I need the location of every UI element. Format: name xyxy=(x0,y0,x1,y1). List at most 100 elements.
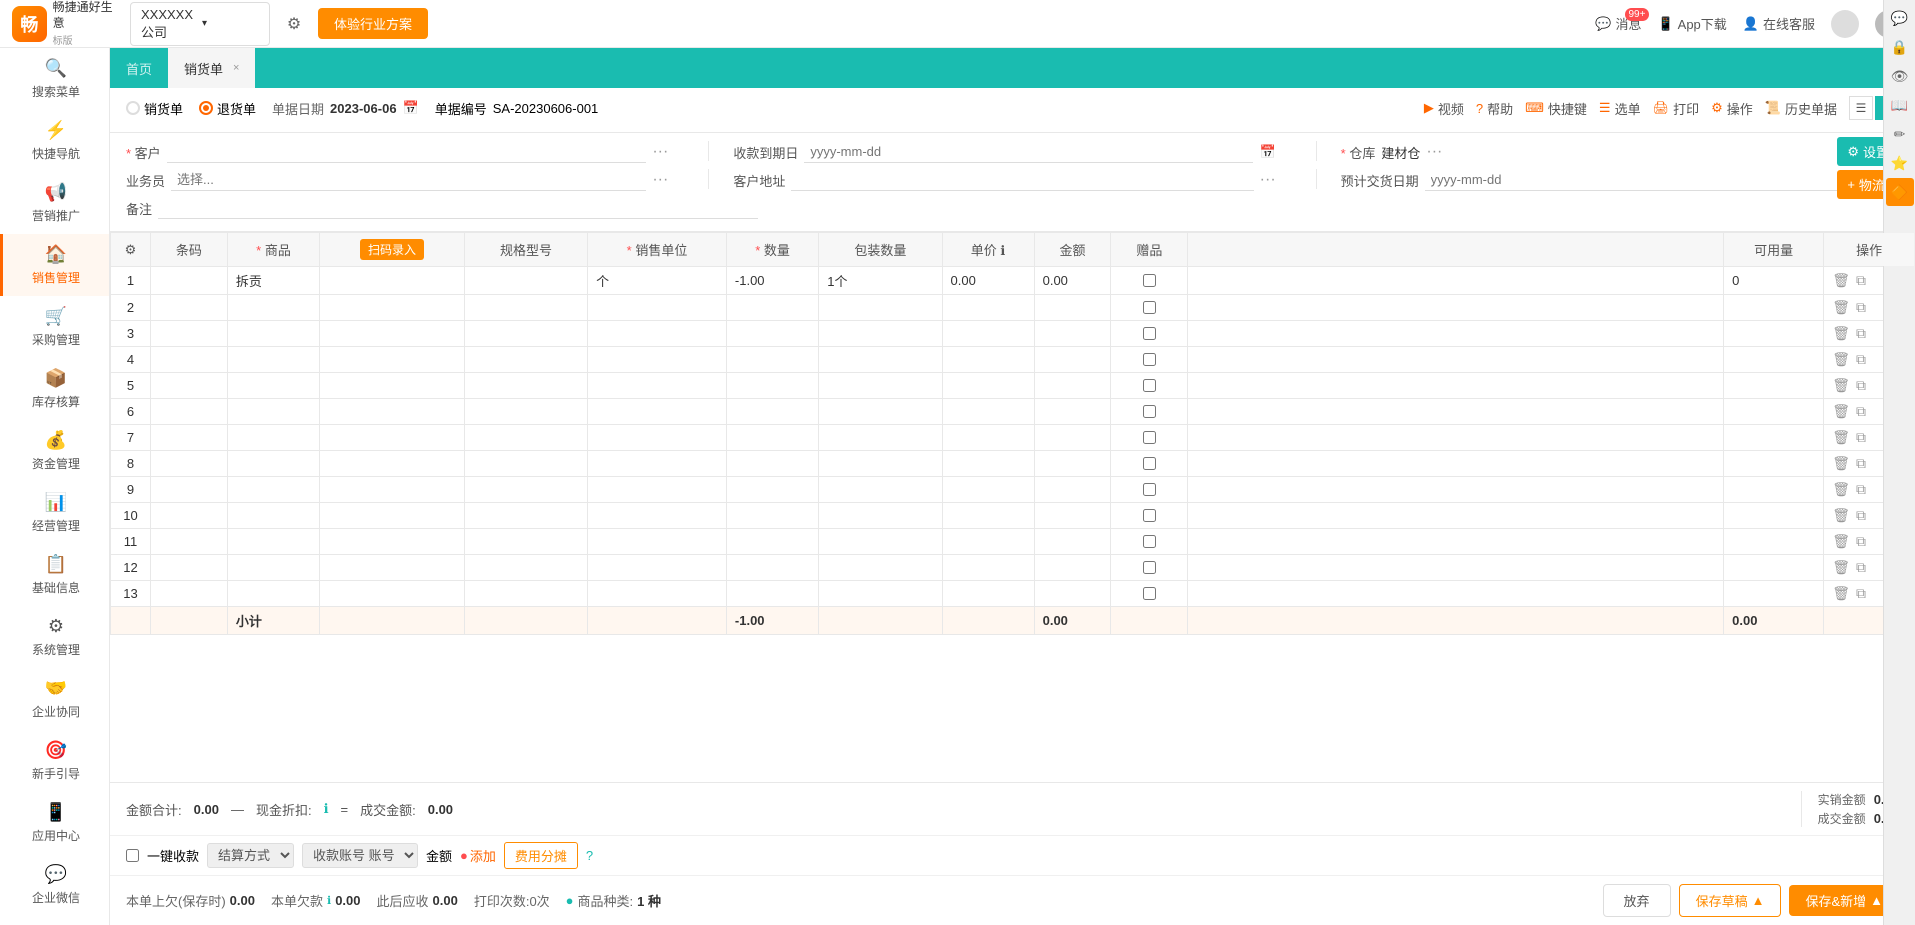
help-btn[interactable]: ? 帮助 xyxy=(1476,99,1513,118)
sidebar-item-search[interactable]: 🔍 搜索菜单 xyxy=(0,48,109,110)
copy-row-icon[interactable]: ⧉ xyxy=(1856,559,1866,576)
delivery-date-input[interactable] xyxy=(1425,169,1861,191)
gift-checkbox[interactable] xyxy=(1143,561,1156,574)
amount-cell[interactable]: 0.00 xyxy=(1034,267,1111,295)
delete-row-icon[interactable]: 🗑 xyxy=(1832,533,1850,550)
save-draft-button[interactable]: 保存草稿 ▲ xyxy=(1679,884,1782,917)
barcode-cell[interactable] xyxy=(151,267,228,295)
qty-cell[interactable]: -1.00 xyxy=(726,267,818,295)
float-book-icon[interactable]: 📖 xyxy=(1886,91,1914,119)
payment-due-calendar-icon[interactable]: 📅 xyxy=(1259,144,1275,160)
gift-checkbox[interactable] xyxy=(1143,379,1156,392)
copy-row-icon[interactable]: ⧉ xyxy=(1856,481,1866,498)
float-eye-icon[interactable]: 👁 xyxy=(1886,62,1914,90)
float-lock-icon[interactable]: 🔒 xyxy=(1886,48,1914,61)
copy-row-icon[interactable]: ⧉ xyxy=(1856,403,1866,420)
sidebar-item-sales[interactable]: 🏠 销售管理 xyxy=(0,234,109,296)
scan-button[interactable]: 扫码录入 xyxy=(360,239,424,260)
message-button[interactable]: 💬 消息 99+ xyxy=(1595,14,1641,33)
gift-checkbox[interactable] xyxy=(1143,301,1156,314)
operate-btn[interactable]: ⚙ 操作 xyxy=(1711,99,1753,118)
delete-row-icon[interactable]: 🗑 xyxy=(1832,325,1850,342)
gift-checkbox[interactable] xyxy=(1143,509,1156,522)
calendar-icon[interactable]: 📅 xyxy=(403,100,419,116)
date-value[interactable]: 2023-06-06 xyxy=(330,101,397,116)
sidebar-item-wechat[interactable]: 💬 企业微信 xyxy=(0,854,109,916)
account-select[interactable]: 收款账号 账号 xyxy=(302,843,418,868)
expense-split-button[interactable]: 费用分摊 xyxy=(504,842,578,869)
copy-row-icon[interactable]: ⧉ xyxy=(1856,585,1866,602)
sidebar-item-member[interactable]: 👑 畅会员 xyxy=(0,916,109,925)
customer-address-input[interactable] xyxy=(791,169,1253,191)
gift-checkbox[interactable] xyxy=(1143,431,1156,444)
sidebar-item-purchase[interactable]: 🛒 采购管理 xyxy=(0,296,109,358)
tab-home[interactable]: 首页 xyxy=(110,48,168,88)
float-orange-icon[interactable]: 🔶 xyxy=(1886,178,1914,206)
return-bill-radio[interactable]: 退货单 xyxy=(199,99,256,118)
online-service-button[interactable]: 👤 在线客服 xyxy=(1743,14,1815,33)
delete-row-icon[interactable]: 🗑 xyxy=(1832,272,1850,289)
float-edit-icon[interactable]: ✏ xyxy=(1886,120,1914,148)
salesperson-input[interactable] xyxy=(171,169,646,191)
payment-due-input[interactable] xyxy=(804,141,1253,163)
app-download-button[interactable]: 📱 App下载 xyxy=(1657,14,1726,33)
col-settings-header[interactable]: ⚙ xyxy=(111,233,151,267)
gift-checkbox[interactable] xyxy=(1143,274,1156,287)
pkg-cell[interactable]: 1个 xyxy=(819,267,942,295)
sidebar-item-marketing[interactable]: 📢 营销推广 xyxy=(0,172,109,234)
sidebar-item-quick-nav[interactable]: ⚡ 快捷导航 xyxy=(0,110,109,172)
help-circle-icon[interactable]: ℹ xyxy=(324,801,329,817)
tab-sales-order[interactable]: 销货单 × xyxy=(168,48,255,88)
current-owed-help-icon[interactable]: ℹ xyxy=(327,894,331,907)
tab-close-icon[interactable]: × xyxy=(233,62,239,74)
customer-dots-icon[interactable]: ··· xyxy=(652,143,668,161)
settings-button[interactable]: ⚙ xyxy=(278,8,310,40)
avatar[interactable] xyxy=(1831,10,1859,38)
price-cell[interactable]: 0.00 xyxy=(942,267,1034,295)
sidebar-item-inventory[interactable]: 📦 库存核算 xyxy=(0,358,109,420)
delete-row-icon[interactable]: 🗑 xyxy=(1832,481,1850,498)
add-payment-button[interactable]: ● 添加 xyxy=(460,846,496,865)
sidebar-item-system[interactable]: ⚙ 系统管理 xyxy=(0,606,109,668)
gift-checkbox[interactable] xyxy=(1143,535,1156,548)
copy-row-icon[interactable]: ⧉ xyxy=(1856,507,1866,524)
gift-checkbox[interactable] xyxy=(1143,353,1156,366)
company-selector[interactable]: XXXXXX公司 ▾ xyxy=(130,2,270,46)
delete-row-icon[interactable]: 🗑 xyxy=(1832,429,1850,446)
sidebar-item-finance[interactable]: 💰 资金管理 xyxy=(0,420,109,482)
sidebar-item-basic[interactable]: 📋 基础信息 xyxy=(0,544,109,606)
one-click-payment-checkbox[interactable] xyxy=(126,849,139,862)
copy-row-icon[interactable]: ⧉ xyxy=(1856,455,1866,472)
delete-row-icon[interactable]: 🗑 xyxy=(1832,507,1850,524)
copy-row-icon[interactable]: ⧉ xyxy=(1856,533,1866,550)
spec-cell[interactable] xyxy=(464,267,587,295)
sales-bill-radio[interactable]: 销货单 xyxy=(126,99,183,118)
customer-address-dots-icon[interactable]: ··· xyxy=(1260,171,1276,189)
copy-row-icon[interactable]: ⧉ xyxy=(1856,351,1866,368)
product-cell[interactable]: 拆贡 xyxy=(227,267,319,295)
copy-row-icon[interactable]: ⧉ xyxy=(1856,299,1866,316)
delete-row-icon[interactable]: 🗑 xyxy=(1832,299,1850,316)
settlement-method-select[interactable]: 结算方式 xyxy=(207,843,294,868)
video-btn[interactable]: ▶ 视频 xyxy=(1424,99,1464,118)
gift-checkbox[interactable] xyxy=(1143,587,1156,600)
warehouse-dots-icon[interactable]: ··· xyxy=(1426,143,1442,161)
salesperson-dots-icon[interactable]: ··· xyxy=(652,171,668,189)
gift-checkbox[interactable] xyxy=(1143,405,1156,418)
copy-row-icon[interactable]: ⧉ xyxy=(1856,377,1866,394)
delete-row-icon[interactable]: 🗑 xyxy=(1832,585,1850,602)
gift-checkbox[interactable] xyxy=(1143,457,1156,470)
customer-input[interactable] xyxy=(167,141,647,163)
remarks-input[interactable] xyxy=(158,197,758,219)
select-order-btn[interactable]: ☰ 选单 xyxy=(1599,99,1641,118)
print-btn[interactable]: 🖨 打印 xyxy=(1653,99,1700,118)
delete-row-icon[interactable]: 🗑 xyxy=(1832,403,1850,420)
list-view-btn[interactable]: ☰ xyxy=(1849,96,1873,120)
sidebar-item-guide[interactable]: 🎯 新手引导 xyxy=(0,730,109,792)
discard-button[interactable]: 放弃 xyxy=(1603,884,1671,917)
delete-row-icon[interactable]: 🗑 xyxy=(1832,559,1850,576)
copy-row-icon[interactable]: ⧉ xyxy=(1856,325,1866,342)
float-star-icon[interactable]: ⭐ xyxy=(1886,149,1914,177)
copy-row-icon[interactable]: ⧉ xyxy=(1856,272,1866,289)
sidebar-item-enterprise[interactable]: 🤝 企业协同 xyxy=(0,668,109,730)
